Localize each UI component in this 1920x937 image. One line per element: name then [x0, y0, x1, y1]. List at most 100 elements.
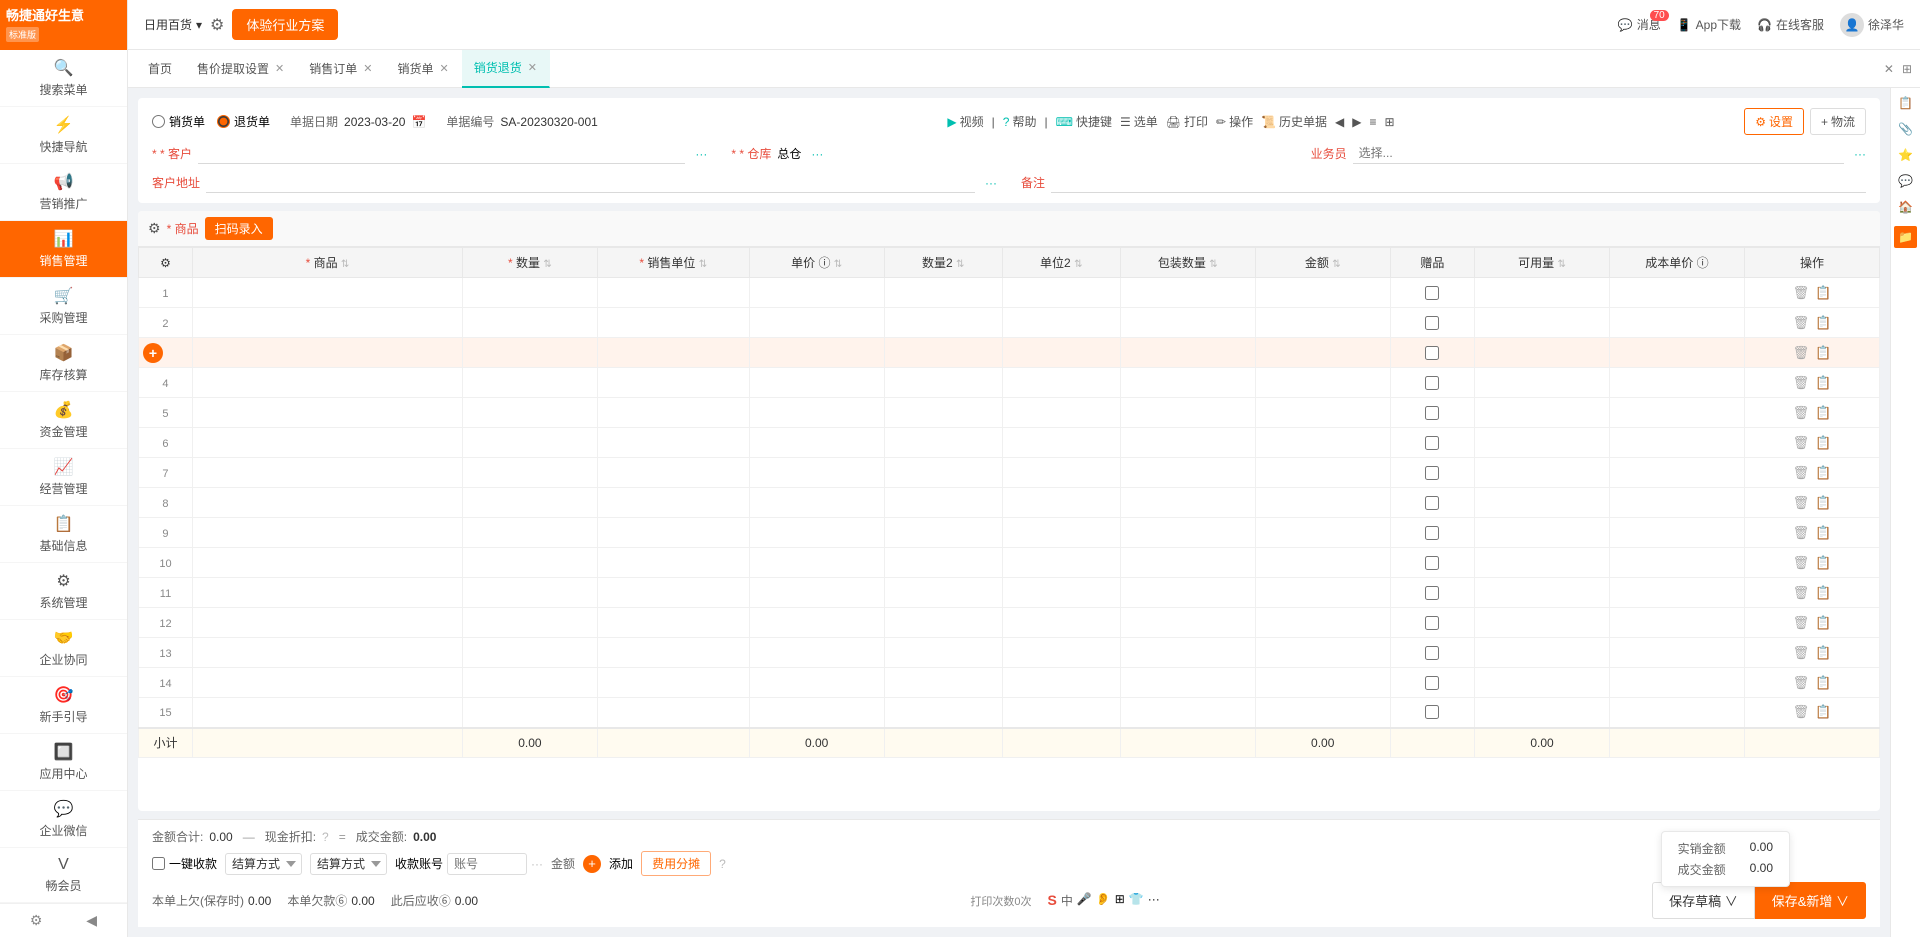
qty2-cell[interactable]	[884, 668, 1002, 698]
delete-row-icon[interactable]: 🗑	[1793, 375, 1810, 391]
tab-sales-return[interactable]: 销货退货 ✕	[462, 50, 550, 88]
qty2-cell[interactable]	[884, 488, 1002, 518]
tab-price-extract[interactable]: 售价提取设置 ✕	[185, 50, 297, 88]
delete-row-icon[interactable]: 🗑	[1793, 615, 1810, 631]
available-cell[interactable]	[1475, 638, 1610, 668]
logistics-btn[interactable]: + 物流	[1810, 108, 1866, 135]
staff-input[interactable]	[1353, 143, 1844, 164]
pkg-qty-cell[interactable]	[1120, 308, 1255, 338]
unit-cell[interactable]	[597, 608, 749, 638]
delete-row-icon[interactable]: 🗑	[1793, 345, 1810, 361]
available-cell[interactable]	[1475, 278, 1610, 308]
price-cell[interactable]	[749, 578, 884, 608]
qty-cell[interactable]	[462, 368, 597, 398]
right-panel-icon-orange[interactable]: 📁	[1894, 226, 1917, 248]
copy-row-icon[interactable]: 📋	[1815, 285, 1831, 301]
amount-cell[interactable]	[1255, 518, 1390, 548]
gift-checkbox[interactable]	[1425, 436, 1439, 450]
copy-row-icon[interactable]: 📋	[1815, 495, 1831, 511]
doc-action-select[interactable]: ☰ 选单	[1120, 113, 1158, 130]
radio-sales-slip-input[interactable]	[152, 115, 165, 128]
amount-cell[interactable]	[1255, 638, 1390, 668]
gift-checkbox[interactable]	[1425, 556, 1439, 570]
unit-cell[interactable]	[597, 308, 749, 338]
unit2-cell[interactable]	[1002, 578, 1120, 608]
unit-cell[interactable]	[597, 638, 749, 668]
copy-row-icon[interactable]: 📋	[1815, 525, 1831, 541]
address-lookup-btn[interactable]: ···	[985, 176, 997, 190]
gift-checkbox[interactable]	[1425, 316, 1439, 330]
gift-checkbox[interactable]	[1425, 346, 1439, 360]
qty2-cell[interactable]	[884, 518, 1002, 548]
one-click-checkbox-input[interactable]	[152, 857, 165, 870]
available-cell[interactable]	[1475, 548, 1610, 578]
copy-row-icon[interactable]: 📋	[1815, 315, 1831, 331]
sidebar-item-basic-info[interactable]: 📋 基础信息	[0, 506, 127, 563]
unit2-cell[interactable]	[1002, 278, 1120, 308]
qty-cell[interactable]	[462, 488, 597, 518]
qty-cell[interactable]	[462, 578, 597, 608]
sidebar-item-inventory[interactable]: 📦 库存核算	[0, 335, 127, 392]
add-row-btn[interactable]: +	[143, 343, 163, 363]
price-cell[interactable]	[749, 548, 884, 578]
price-cell[interactable]	[749, 398, 884, 428]
sidebar-collapse-icon[interactable]: ◀	[86, 912, 97, 929]
gift-cell[interactable]	[1390, 608, 1474, 638]
delete-row-icon[interactable]: 🗑	[1793, 495, 1810, 511]
nav-prev-icon[interactable]: ◀	[1335, 115, 1344, 129]
gift-checkbox[interactable]	[1425, 646, 1439, 660]
amount-cell[interactable]	[1255, 578, 1390, 608]
app-download-btn[interactable]: 📱 App下载	[1677, 16, 1741, 33]
unit-cell[interactable]	[597, 698, 749, 728]
settings-btn[interactable]: ⚙ 设置	[1744, 108, 1804, 135]
gift-cell[interactable]	[1390, 638, 1474, 668]
sidebar-item-sales[interactable]: 📊 销售管理	[0, 221, 127, 278]
qty2-cell[interactable]	[884, 578, 1002, 608]
fee-split-btn[interactable]: 费用分摊	[641, 851, 711, 876]
save-draft-btn[interactable]: 保存草稿 ∨	[1652, 882, 1755, 919]
gift-cell[interactable]	[1390, 278, 1474, 308]
unit-cell[interactable]	[597, 338, 749, 368]
delete-row-icon[interactable]: 🗑	[1793, 285, 1810, 301]
copy-row-icon[interactable]: 📋	[1815, 435, 1831, 451]
qty2-cell[interactable]	[884, 338, 1002, 368]
amount-cell[interactable]	[1255, 698, 1390, 728]
unit2-cell[interactable]	[1002, 338, 1120, 368]
amount-cell[interactable]	[1255, 488, 1390, 518]
radio-return-slip[interactable]: 退货单	[217, 113, 270, 130]
available-cell[interactable]	[1475, 458, 1610, 488]
nav-next-icon[interactable]: ▶	[1352, 115, 1361, 129]
price-cell[interactable]	[749, 608, 884, 638]
available-cell[interactable]	[1475, 518, 1610, 548]
gift-checkbox[interactable]	[1425, 406, 1439, 420]
settlement-method-select[interactable]: 结算方式	[225, 853, 302, 875]
product-cell[interactable]	[192, 578, 462, 608]
doc-action-help[interactable]: ? 帮助	[1003, 113, 1037, 130]
product-cell[interactable]	[192, 428, 462, 458]
table-settings-icon[interactable]: ⚙	[148, 220, 161, 237]
delete-row-icon[interactable]: 🗑	[1793, 435, 1810, 451]
account-lookup-icon[interactable]: ···	[531, 857, 543, 871]
view-grid-icon[interactable]: ⊞	[1385, 115, 1395, 129]
available-cell[interactable]	[1475, 668, 1610, 698]
copy-row-icon[interactable]: 📋	[1815, 615, 1831, 631]
product-input[interactable]	[197, 346, 458, 360]
available-cell[interactable]	[1475, 308, 1610, 338]
radio-return-slip-input[interactable]	[217, 115, 230, 128]
product-cell[interactable]	[192, 398, 462, 428]
qty2-cell[interactable]	[884, 458, 1002, 488]
available-cell[interactable]	[1475, 698, 1610, 728]
one-click-checkbox[interactable]: 一键收款	[152, 855, 217, 872]
qty-cell[interactable]	[462, 428, 597, 458]
tab-sales-order[interactable]: 销售订单 ✕	[297, 50, 385, 88]
customer-input[interactable]	[198, 143, 685, 164]
unit-cell[interactable]	[597, 668, 749, 698]
sidebar-item-collab[interactable]: 🤝 企业协同	[0, 620, 127, 677]
gift-cell[interactable]	[1390, 698, 1474, 728]
gift-cell[interactable]	[1390, 488, 1474, 518]
pkg-qty-cell[interactable]	[1120, 518, 1255, 548]
gift-cell[interactable]	[1390, 428, 1474, 458]
tab-sales-return-close[interactable]: ✕	[528, 61, 537, 74]
copy-row-icon[interactable]: 📋	[1815, 675, 1831, 691]
message-btn[interactable]: 💬 消息 70	[1618, 16, 1661, 33]
